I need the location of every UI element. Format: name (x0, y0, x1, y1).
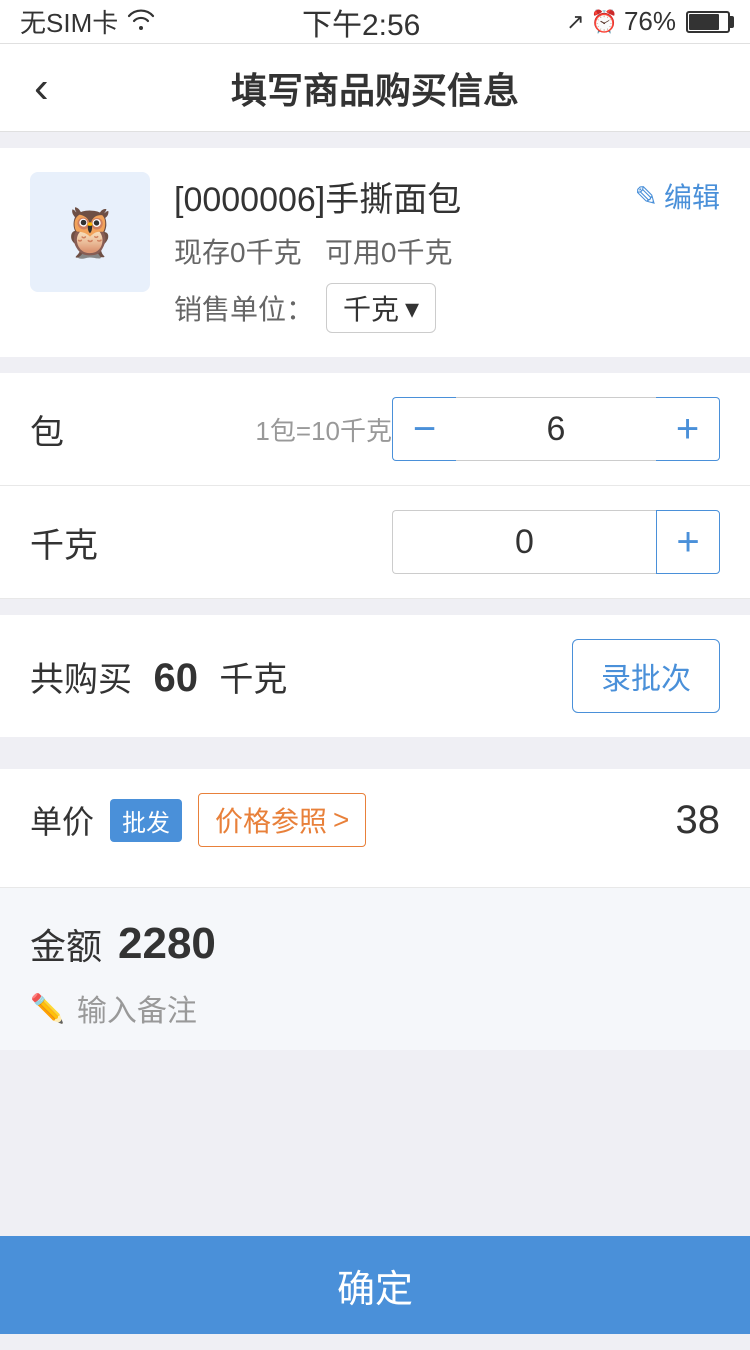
edit-button[interactable]: ✎ 编辑 (635, 176, 720, 216)
status-time: 下午2:56 (302, 0, 420, 44)
amount-row: 金额 2280 (30, 918, 720, 970)
unit-select[interactable]: 千克 ▾ (326, 283, 436, 333)
qianke-quantity-control: + (392, 510, 720, 574)
confirm-button-label: 确定 (337, 1258, 413, 1313)
pencil-icon: ✏️ (30, 992, 65, 1025)
divider-1 (0, 357, 750, 373)
battery-icon (686, 11, 730, 33)
amount-value: 2280 (118, 919, 216, 969)
location-icon: ↗ (566, 9, 584, 35)
amount-section: 金额 2280 ✏️ 输入备注 (0, 887, 750, 1050)
price-ref-button[interactable]: 价格参照 > (198, 793, 366, 847)
status-left: 无SIM卡 (20, 3, 156, 40)
price-tag: 批发 (110, 799, 182, 842)
remark-label: 输入备注 (77, 986, 197, 1030)
status-bar: 无SIM卡 下午2:56 ↗ ⏰ 76% (0, 0, 750, 44)
alarm-icon: ⏰ (591, 9, 618, 35)
total-text: 共购买 60 千克 (30, 652, 287, 701)
price-section: 单价 批发 价格参照 > 38 (0, 769, 750, 887)
input-section: 包 1包=10千克 − + 千克 + (0, 373, 750, 599)
qianke-plus-button[interactable]: + (656, 510, 720, 574)
nav-bar: ‹ 填写商品购买信息 (0, 44, 750, 132)
bao-minus-button[interactable]: − (392, 397, 456, 461)
bao-plus-button[interactable]: + (656, 397, 720, 461)
amount-label: 金额 (30, 918, 102, 970)
price-value: 38 (676, 798, 721, 843)
batch-button[interactable]: 录批次 (572, 639, 720, 713)
product-unit-row: 销售单位： 千克 ▾ (174, 283, 720, 333)
total-section: 共购买 60 千克 录批次 (0, 615, 750, 737)
bao-hint: 1包=10千克 (255, 411, 392, 448)
chevron-right-icon: > (333, 804, 349, 836)
bao-quantity-control: − + (392, 397, 720, 461)
back-button[interactable]: ‹ (24, 53, 59, 123)
product-card: 🦉 [0000006]手撕面包 现存0千克 可用0千克 销售单位： 千克 ▾ ✎… (0, 148, 750, 357)
page-title: 填写商品购买信息 (231, 62, 519, 114)
qianke-row: 千克 + (0, 486, 750, 599)
product-logo: 🦉 (60, 204, 120, 261)
edit-icon: ✎ (635, 180, 658, 213)
battery-percent: 76% (624, 6, 676, 37)
bao-row: 包 1包=10千克 − + (0, 373, 750, 486)
qianke-input[interactable] (392, 510, 656, 574)
price-row: 单价 批发 价格参照 > 38 (30, 793, 720, 847)
product-stock: 现存0千克 可用0千克 (174, 231, 720, 271)
qianke-label: 千克 (30, 518, 392, 567)
confirm-button-area[interactable]: 确定 (0, 1236, 750, 1334)
price-label: 单价 (30, 797, 94, 843)
chevron-down-icon: ▾ (405, 292, 419, 325)
bao-label: 包 (30, 405, 243, 454)
status-right: ↗ ⏰ 76% (566, 6, 730, 37)
remark-row[interactable]: ✏️ 输入备注 (30, 986, 720, 1030)
bao-input[interactable] (456, 397, 656, 461)
wifi-icon (126, 6, 156, 37)
product-image: 🦉 (30, 172, 150, 292)
carrier-label: 无SIM卡 (20, 3, 118, 40)
divider-2 (0, 737, 750, 753)
